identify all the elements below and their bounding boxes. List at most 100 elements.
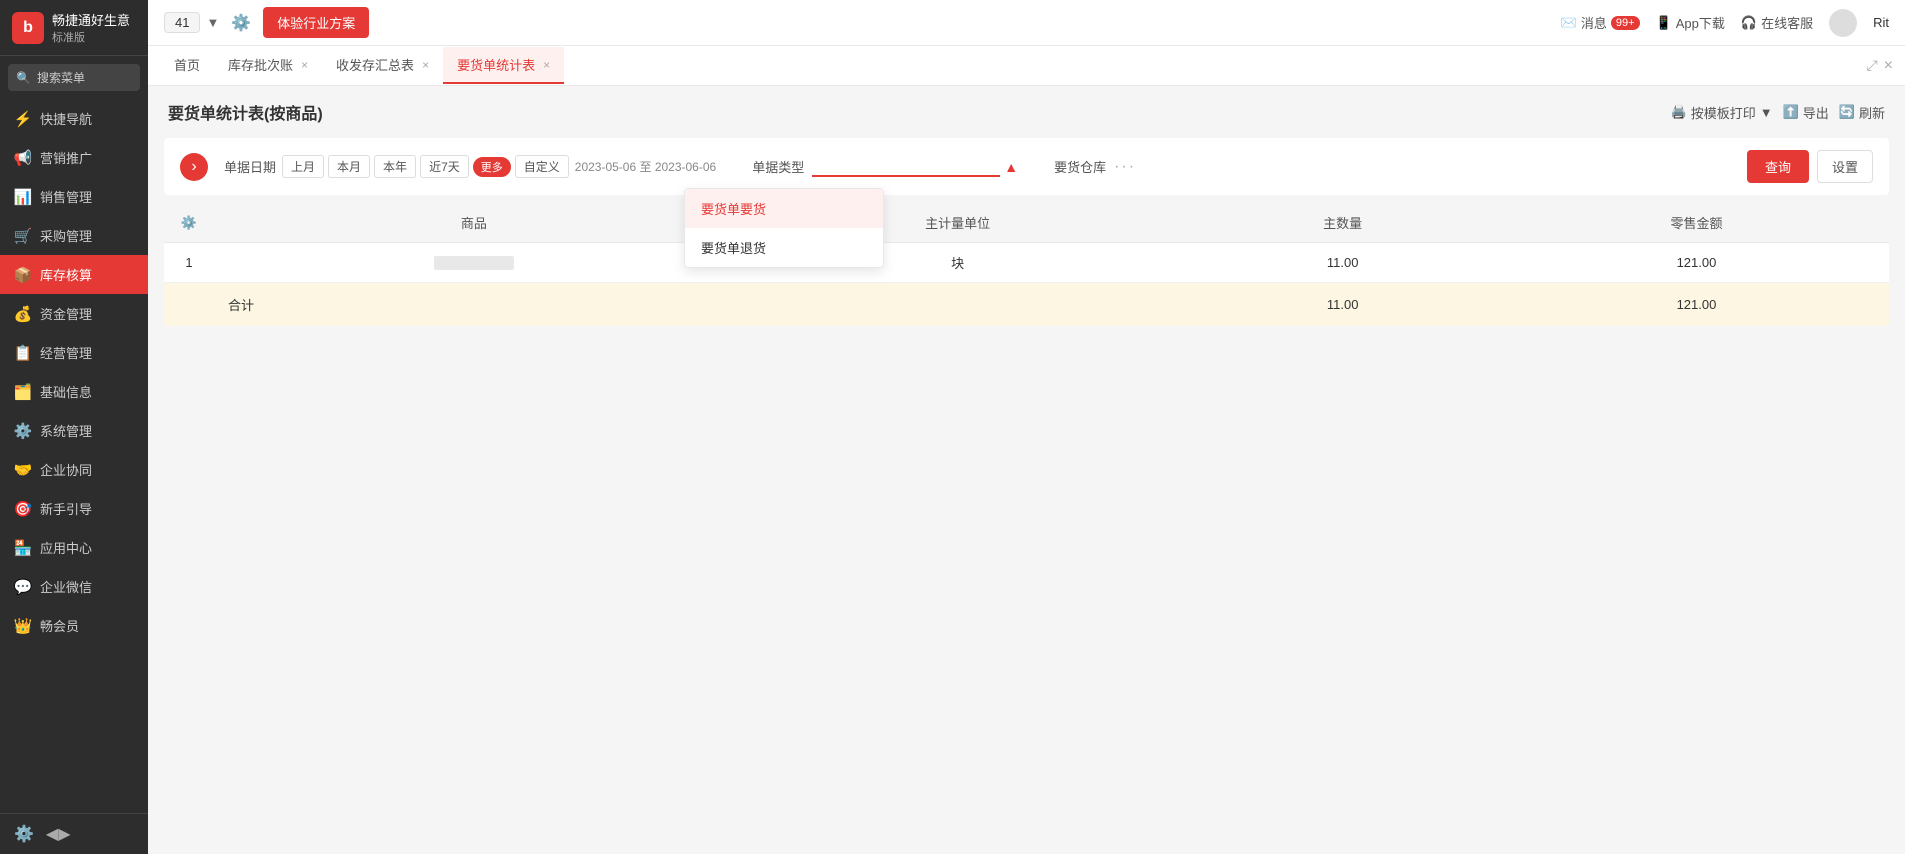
query-button[interactable]: 查询 [1747,150,1809,183]
date-btn-more[interactable]: 更多 [473,157,511,177]
date-quick-buttons: 上月 本月 本年 近7天 更多 自定义 [282,155,569,178]
settings-button[interactable]: 设置 [1817,150,1873,183]
dropdown-item-order[interactable]: 要货单要货 [685,189,883,228]
headset-icon: 🎧 [1741,15,1757,31]
date-btn-7days[interactable]: 近7天 [420,155,469,178]
date-btn-custom[interactable]: 自定义 [515,155,569,178]
tab-inventory-batch[interactable]: 库存批次账 × [214,47,322,84]
appstore-icon: 🏪 [14,539,32,557]
tab-home[interactable]: 首页 [160,47,214,84]
expand-icon: › [191,158,196,176]
date-btn-this-year[interactable]: 本年 [374,155,416,178]
footer-empty-1 [164,283,214,327]
phone-icon: 📱 [1656,15,1672,31]
member-icon: 👑 [14,617,32,635]
print-button[interactable]: 🖨️ 按模板打印 ▼ [1671,103,1773,122]
date-filter-label: 单据日期 [224,157,276,176]
export-button[interactable]: ⬆️ 导出 [1783,103,1829,122]
app-download-button[interactable]: 📱 App下载 [1656,13,1725,32]
footer-label: 合计 [214,283,734,327]
dropdown-item-return[interactable]: 要货单退货 [685,228,883,267]
type-filter-input[interactable] [812,156,1000,177]
date-btn-last-month[interactable]: 上月 [282,155,324,178]
message-button[interactable]: ✉️ 消息 99+ [1561,13,1640,32]
tab-receive-summary[interactable]: 收发存汇总表 × [322,47,443,84]
sidebar-item-purchase[interactable]: 🛒 采购管理 [0,216,148,255]
sidebar-item-inventory[interactable]: 📦 库存核算 [0,255,148,294]
footer-amount: 121.00 [1504,283,1889,327]
topbar: 41 ▼ ⚙️ 体验行业方案 ✉️ 消息 99+ 📱 App下载 🎧 在线客服 … [148,0,1905,46]
tab-close-receive-summary[interactable]: × [422,58,429,72]
filter-actions: 查询 设置 [1747,150,1873,183]
sidebar-item-operations[interactable]: 📋 经营管理 [0,333,148,372]
cell-product [214,243,734,283]
finance-icon: 💰 [14,305,32,323]
operations-icon: 📋 [14,344,32,362]
marketing-icon: 📢 [14,149,32,167]
tab-request-order[interactable]: 要货单统计表 × [443,47,564,84]
sidebar-item-shortcut[interactable]: ⚡ 快捷导航 [0,99,148,138]
type-filter-label: 单据类型 [752,157,804,176]
settings-bottom-icon[interactable]: ⚙️ [14,824,34,844]
user-avatar[interactable] [1829,9,1857,37]
collapse-bottom-icon[interactable]: ◀▶ [46,824,71,844]
export-icon: ⬆️ [1783,104,1799,120]
sidebar-item-finance[interactable]: 💰 资金管理 [0,294,148,333]
shortcut-icon: ⚡ [14,110,32,128]
table-header-row: ⚙️ 商品 主计量单位 主数量 零售金额 [164,203,1889,243]
sidebar-item-enterprise[interactable]: 🤝 企业协同 [0,450,148,489]
sidebar-nav: ⚡ 快捷导航 📢 营销推广 📊 销售管理 🛒 采购管理 📦 库存核算 💰 资金管… [0,99,148,813]
product-name-placeholder [434,256,514,270]
tab-close-request-order[interactable]: × [543,58,550,72]
sidebar-item-system[interactable]: ⚙️ 系统管理 [0,411,148,450]
tab-close-inventory-batch[interactable]: × [301,58,308,72]
purchase-icon: 🛒 [14,227,32,245]
warehouse-more-icon[interactable]: ··· [1114,158,1136,176]
page-content: 要货单统计表(按商品) 🖨️ 按模板打印 ▼ ⬆️ 导出 🔄 刷新 [148,86,1905,854]
data-table-wrap: ⚙️ 商品 主计量单位 主数量 零售金额 1 [164,203,1889,326]
message-icon: ✉️ [1561,15,1577,31]
print-icon: 🖨️ [1671,104,1687,120]
page-header: 要货单统计表(按商品) 🖨️ 按模板打印 ▼ ⬆️ 导出 🔄 刷新 [148,86,1905,130]
footer-empty-2 [734,283,1182,327]
store-number[interactable]: 41 [164,12,200,33]
main-area: 41 ▼ ⚙️ 体验行业方案 ✉️ 消息 99+ 📱 App下载 🎧 在线客服 … [148,0,1905,854]
online-service-button[interactable]: 🎧 在线客服 [1741,13,1813,32]
sidebar: b 畅捷通好生意 标准版 🔍 搜索菜单 ⚡ 快捷导航 📢 营销推广 📊 销售管理… [0,0,148,854]
refresh-icon: 🔄 [1839,104,1855,120]
topbar-gear-icon[interactable]: ⚙️ [231,13,251,33]
message-badge: 99+ [1611,16,1640,30]
sidebar-item-basic[interactable]: 🗂️ 基础信息 [0,372,148,411]
sidebar-item-marketing[interactable]: 📢 营销推广 [0,138,148,177]
col-quantity: 主数量 [1181,203,1504,243]
store-dropdown-arrow[interactable]: ▼ [206,15,219,30]
type-input-wrap: ▲ [812,156,1018,177]
page-actions: 🖨️ 按模板打印 ▼ ⬆️ 导出 🔄 刷新 [1671,103,1885,122]
warehouse-filter-label: 要货仓库 [1054,157,1106,176]
refresh-button[interactable]: 🔄 刷新 [1839,103,1885,122]
filter-expand-button[interactable]: › [180,153,208,181]
col-product: 商品 [214,203,734,243]
col-settings[interactable]: ⚙️ [164,203,214,243]
date-range-text: 2023-05-06 至 2023-06-06 [575,158,716,175]
sidebar-item-weixin[interactable]: 💬 企业微信 [0,567,148,606]
sidebar-search[interactable]: 🔍 搜索菜单 [8,64,140,91]
sidebar-item-guide[interactable]: 🎯 新手引导 [0,489,148,528]
topbar-left: 41 ▼ ⚙️ 体验行业方案 [164,7,369,38]
table-row: 1 块 11.00 121.00 [164,243,1889,283]
store-selector[interactable]: 41 ▼ [164,12,219,33]
sidebar-item-sales[interactable]: 📊 销售管理 [0,177,148,216]
date-filter-group: 单据日期 上月 本月 本年 近7天 更多 自定义 2023-05-06 至 20… [224,155,716,178]
tab-close-all-icon[interactable]: × [1884,57,1893,75]
filter-bar: › 单据日期 上月 本月 本年 近7天 更多 自定义 2023-05-06 至 … [164,138,1889,195]
inventory-icon: 📦 [14,266,32,284]
industry-solution-button[interactable]: 体验行业方案 [263,7,369,38]
user-name: Rit [1873,15,1889,30]
sidebar-item-appstore[interactable]: 🏪 应用中心 [0,528,148,567]
tab-expand-icon[interactable]: ⤢ [1866,57,1877,74]
type-dropdown-arrow[interactable]: ▲ [1004,159,1018,175]
page-title: 要货单统计表(按商品) [168,100,323,124]
cell-index: 1 [164,243,214,283]
sidebar-item-member[interactable]: 👑 畅会员 [0,606,148,645]
date-btn-this-month[interactable]: 本月 [328,155,370,178]
